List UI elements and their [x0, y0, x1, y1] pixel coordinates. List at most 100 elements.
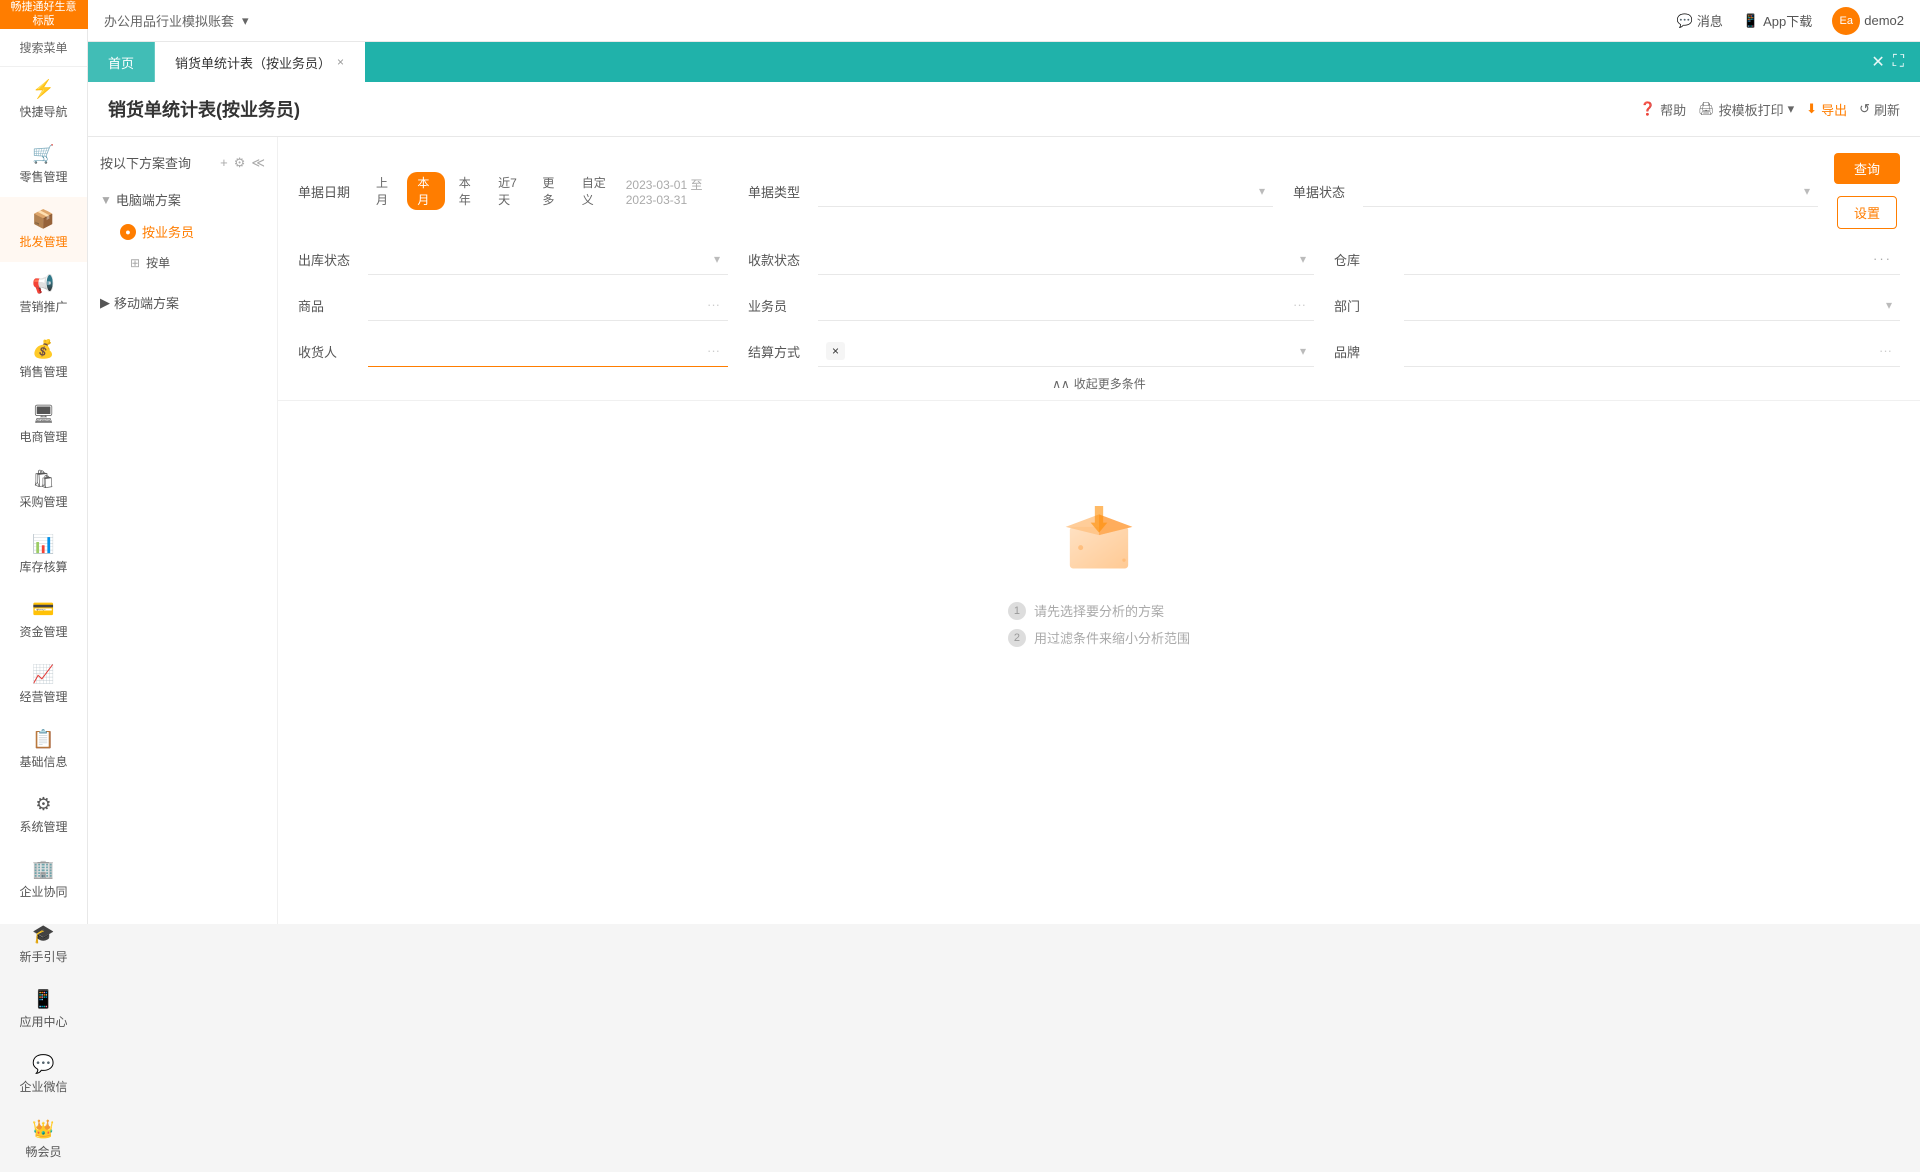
sidebar-item-marketing[interactable]: 📢 营销推广 — [0, 262, 87, 327]
tab-close-icon[interactable]: × — [337, 55, 344, 69]
warehouse-select[interactable]: ··· — [1404, 243, 1900, 275]
date-btn-this-month[interactable]: 本月 — [407, 172, 444, 210]
sidebar-item-purchase[interactable]: 🛍 采购管理 — [0, 457, 87, 522]
wechat-icon: 💬 — [32, 1054, 54, 1075]
mobile-group-label: 移动端方案 — [114, 293, 179, 312]
maximize-tab-btn[interactable]: ⛶ — [1893, 53, 1904, 71]
date-btn-this-year[interactable]: 本年 — [451, 172, 484, 210]
scheme-sub-item-by-order[interactable]: ⊞ 按单 — [88, 248, 277, 277]
doc-status-select[interactable]: ▾ — [1363, 175, 1818, 207]
salesperson-select[interactable]: ··· — [818, 289, 1314, 321]
sidebar-item-label: 采购管理 — [19, 493, 67, 510]
settings-button[interactable]: 设置 — [1837, 196, 1897, 229]
sidebar-item-inventory[interactable]: 📊 库存核算 — [0, 522, 87, 587]
payment-status-select[interactable]: ▾ — [818, 243, 1314, 275]
date-btn-more[interactable]: 更多 — [534, 172, 567, 210]
member-icon: 👑 — [32, 1119, 54, 1140]
out-status-arrow: ▾ — [714, 252, 720, 266]
sidebar: 畅捷通好生意 标版 搜索菜单 ⚡ 快捷导航 🛒 零售管理 📦 批发管理 📢 营销… — [0, 0, 88, 924]
collapse-up-icon: ∧∧ — [1052, 377, 1070, 391]
right-side: 单据日期 上月 本月 本年 近7天 更多 自定义 2023-03-01 至 20… — [278, 137, 1920, 924]
sidebar-item-sales[interactable]: 💰 销售管理 — [0, 327, 87, 392]
filter-row-4: 收货人 ··· 结算方式 × — [298, 335, 1900, 367]
brand-select[interactable]: ··· — [1404, 335, 1900, 367]
out-status-label: 出库状态 — [298, 250, 368, 269]
finance-icon: 💳 — [32, 599, 54, 620]
refresh-label: 刷新 — [1874, 100, 1900, 119]
sidebar-item-member[interactable]: 👑 畅会员 — [0, 1107, 87, 1172]
empty-tip-2: 2 用过滤条件来缩小分析范围 — [1008, 628, 1190, 647]
left-panel-title: 按以下方案查询 — [100, 153, 191, 172]
settlement-tag-close[interactable]: × — [832, 344, 839, 358]
sidebar-logo: 畅捷通好生意 标版 — [0, 0, 88, 29]
topbar-dropdown-icon[interactable]: ▾ — [242, 13, 249, 29]
page-header: 销货单统计表(按业务员) ❓ 帮助 🖨 按模板打印 ▾ ⬇ 导出 ↺ 刷新 — [88, 82, 1920, 137]
sidebar-logo-subtext: 标版 — [33, 14, 55, 28]
enterprise-icon: 🏢 — [32, 859, 54, 880]
user-name: demo2 — [1864, 13, 1904, 28]
receiver-dots[interactable]: ··· — [707, 343, 720, 358]
sidebar-item-newbie[interactable]: 🎓 新手引导 — [0, 912, 87, 977]
mobile-group-header[interactable]: ▶ 移动端方案 — [88, 287, 277, 318]
sidebar-item-finance[interactable]: 💳 资金管理 — [0, 587, 87, 652]
message-btn[interactable]: 💬 消息 — [1677, 11, 1723, 30]
sidebar-item-label: 系统管理 — [19, 818, 67, 835]
mobile-group-arrow: ▶ — [100, 295, 110, 311]
close-tab-btn[interactable]: ✕ — [1871, 52, 1884, 72]
sidebar-item-retail[interactable]: 🛒 零售管理 — [0, 132, 87, 197]
sidebar-item-quick-nav[interactable]: ⚡ 快捷导航 — [0, 67, 87, 132]
main-area: 办公用品行业模拟账套 ▾ 💬 消息 📱 App下载 Ea demo2 首页 — [88, 0, 1920, 924]
goods-dots[interactable]: ··· — [707, 297, 720, 312]
sidebar-item-basic[interactable]: 📋 基础信息 — [0, 717, 87, 782]
dept-select[interactable]: ▾ — [1404, 289, 1900, 321]
goods-label: 商品 — [298, 296, 368, 315]
sidebar-item-label: 资金管理 — [19, 623, 67, 640]
sidebar-search-label: 搜索菜单 — [19, 39, 67, 56]
salesperson-dots[interactable]: ··· — [1293, 297, 1306, 312]
add-scheme-btn[interactable]: + — [220, 155, 228, 171]
sidebar-item-operation[interactable]: 📈 经营管理 — [0, 652, 87, 717]
user-menu[interactable]: Ea demo2 — [1832, 7, 1904, 35]
collapse-bar[interactable]: ∧∧ 收起更多条件 — [278, 367, 1920, 400]
filter-salesperson-group: 业务员 ··· — [748, 289, 1314, 321]
export-btn[interactable]: ⬇ 导出 — [1806, 100, 1847, 119]
app-download-btn[interactable]: 📱 App下载 — [1743, 11, 1812, 30]
settlement-select[interactable]: × ▾ — [818, 335, 1314, 367]
template-print-label: 按模板打印 — [1719, 100, 1784, 119]
filter-dept-group: 部门 ▾ — [1334, 289, 1900, 321]
receiver-input[interactable]: ··· — [368, 335, 728, 367]
settings-scheme-btn[interactable]: ⚙ — [234, 155, 246, 171]
sidebar-item-wholesale[interactable]: 📦 批发管理 — [0, 197, 87, 262]
tip-2-text: 用过滤条件来缩小分析范围 — [1034, 628, 1190, 647]
sidebar-item-label: 应用中心 — [19, 1013, 67, 1030]
doc-type-select[interactable]: ▾ — [818, 175, 1273, 207]
topbar: 办公用品行业模拟账套 ▾ 💬 消息 📱 App下载 Ea demo2 — [88, 0, 1920, 42]
tab-home[interactable]: 首页 — [88, 42, 155, 82]
scheme-item-by-salesperson[interactable]: ● 按业务员 — [88, 215, 277, 248]
sidebar-item-appstore[interactable]: 📱 应用中心 — [0, 977, 87, 1042]
desktop-group-header[interactable]: ▼ 电脑端方案 — [88, 184, 277, 215]
goods-select[interactable]: ··· — [368, 289, 728, 321]
date-btn-last-month[interactable]: 上月 — [368, 172, 401, 210]
refresh-btn[interactable]: ↺ 刷新 — [1859, 100, 1900, 119]
collapse-panel-btn[interactable]: ≪ — [251, 155, 265, 171]
page-header-actions: ❓ 帮助 🖨 按模板打印 ▾ ⬇ 导出 ↺ 刷新 — [1640, 100, 1900, 133]
export-label: 导出 — [1821, 100, 1847, 119]
settlement-arrow: ▾ — [1300, 344, 1306, 358]
help-btn[interactable]: ❓ 帮助 — [1640, 100, 1686, 119]
sidebar-item-label: 基础信息 — [19, 753, 67, 770]
query-button[interactable]: 查询 — [1834, 153, 1900, 184]
date-btn-7days[interactable]: 近7天 — [490, 172, 528, 210]
sidebar-search-area[interactable]: 搜索菜单 — [0, 29, 87, 67]
sidebar-item-enterprise[interactable]: 🏢 企业协同 — [0, 847, 87, 912]
tab-sales-stat[interactable]: 销货单统计表（按业务员） × — [155, 42, 365, 82]
sidebar-item-ecom[interactable]: 🖥 电商管理 — [0, 392, 87, 457]
brand-dots[interactable]: ··· — [1879, 343, 1892, 358]
sidebar-item-wechat[interactable]: 💬 企业微信 — [0, 1042, 87, 1107]
page-content: 销货单统计表(按业务员) ❓ 帮助 🖨 按模板打印 ▾ ⬇ 导出 ↺ 刷新 — [88, 82, 1920, 924]
template-print-btn[interactable]: 🖨 按模板打印 ▾ — [1698, 100, 1794, 119]
date-btn-custom[interactable]: 自定义 — [574, 172, 616, 210]
out-status-select[interactable]: ▾ — [368, 243, 728, 275]
sidebar-item-system[interactable]: ⚙ 系统管理 — [0, 782, 87, 847]
warehouse-dots[interactable]: ··· — [1873, 251, 1892, 266]
